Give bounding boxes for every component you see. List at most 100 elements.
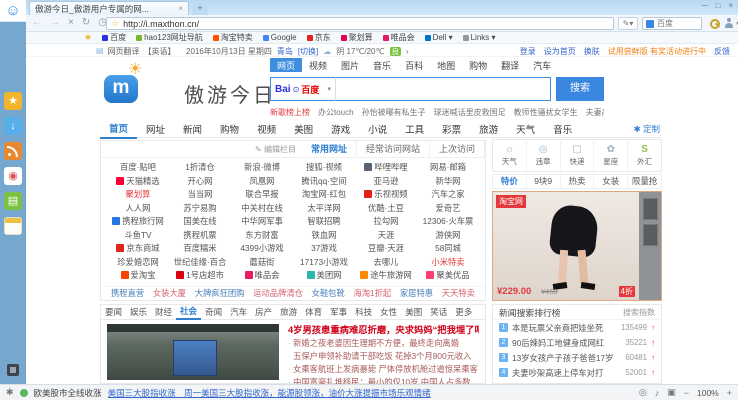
site-link[interactable]: 开心网 xyxy=(169,175,231,189)
site-link[interactable]: 太平洋网 xyxy=(293,202,355,216)
site-link[interactable]: 新浪·微博 xyxy=(231,161,293,175)
site-link[interactable]: 人人网 xyxy=(107,202,169,216)
shortcut-item[interactable]: ◎ 违章 xyxy=(527,140,561,171)
sound-icon[interactable]: ♪ xyxy=(655,388,660,398)
forward-icon[interactable]: → xyxy=(50,17,60,28)
site-link[interactable]: 东方财富 xyxy=(231,229,293,243)
quick-search-box[interactable] xyxy=(642,17,702,30)
feedback-link[interactable]: 反馈 xyxy=(714,46,730,57)
portal-nav-item[interactable]: 天气 xyxy=(507,120,544,138)
bookmark-star-icon[interactable]: ☆ xyxy=(111,18,119,29)
news-headline-main[interactable]: 4岁男孩患重病难忍折磨，央求妈妈“把我埋了吧” xyxy=(288,324,479,337)
portal-nav-item[interactable]: 彩票 xyxy=(433,120,470,138)
site-link[interactable]: 蘑菇街 xyxy=(231,256,293,270)
stop-icon[interactable]: × xyxy=(68,17,74,28)
search-category-tab[interactable]: 翻译 xyxy=(494,58,526,72)
site-link[interactable]: 拉勾网 xyxy=(355,215,417,229)
site-link[interactable]: 联合早报 xyxy=(231,188,293,202)
address-bar[interactable]: ☆ http://i.maxthon.cn/ xyxy=(106,17,614,30)
promo-site-link[interactable]: 女鞋包靴 xyxy=(312,287,345,299)
search-category-tab[interactable]: 音乐 xyxy=(366,58,398,72)
site-link[interactable]: 世纪佳缘·百合 xyxy=(169,256,231,270)
ticker-link[interactable]: 美国三大股指收涨 周一美国三大股指收涨，能源股领涨，油价大涨提振市场乐观情绪 xyxy=(108,387,431,399)
site-link[interactable]: 4399小游戏 xyxy=(231,242,293,256)
hot-search-link[interactable]: 球迷喊话里皮救国足 xyxy=(434,107,506,118)
back-icon[interactable]: ← xyxy=(32,17,42,28)
site-link[interactable]: 携程机票 xyxy=(169,229,231,243)
site-link[interactable]: 聚美优品 xyxy=(417,269,479,283)
shortcut-item[interactable]: ▢ 快递 xyxy=(561,140,595,171)
refresh-icon[interactable]: ↻ xyxy=(82,17,90,28)
bookmark-item[interactable]: Google xyxy=(263,33,297,42)
site-link[interactable]: 去哪儿 xyxy=(355,256,417,270)
news-tab[interactable]: 体育 xyxy=(301,305,326,319)
portal-nav-item[interactable]: 新闻 xyxy=(174,120,211,138)
site-link[interactable]: 途牛旅游网 xyxy=(355,269,417,283)
site-link[interactable]: 当当网 xyxy=(169,188,231,202)
site-link[interactable]: 新华网 xyxy=(417,175,479,189)
site-link[interactable]: 凤凰网 xyxy=(231,175,293,189)
portal-nav-item[interactable]: 视频 xyxy=(248,120,285,138)
ranking-row[interactable]: 3 13岁女孩产子孩子爸爸17岁 60481 ↑ xyxy=(493,350,661,365)
site-link[interactable]: 珍爱婚恋网 xyxy=(107,256,169,270)
bookmark-item[interactable]: hao123网址导航 xyxy=(136,32,203,43)
site-link[interactable]: 中华网军事 xyxy=(231,215,293,229)
shortcut-item[interactable]: ☼ 天气 xyxy=(493,140,527,171)
reader-icon[interactable]: ▤ xyxy=(4,192,22,210)
ranking-row[interactable]: 1 本是玩票父亲竟把娃坐死 135499 ↑ xyxy=(493,320,661,335)
settings-gear-icon[interactable]: ✱ xyxy=(6,387,14,398)
news-tab[interactable]: 奇闻 xyxy=(201,305,226,319)
bookmark-item[interactable]: Dell ▾ xyxy=(425,33,453,42)
search-category-tab[interactable]: 图片 xyxy=(334,58,366,72)
url-text[interactable]: http://i.maxthon.cn/ xyxy=(123,19,199,29)
news-tab[interactable]: 汽车 xyxy=(226,305,251,319)
site-link[interactable]: 58同城 xyxy=(417,242,479,256)
city-link[interactable]: 青岛 xyxy=(277,46,293,57)
favorites-star-icon[interactable]: ★ xyxy=(84,32,92,43)
site-link[interactable]: 爱奇艺 xyxy=(417,202,479,216)
sites-card-tab[interactable]: 常用网址 xyxy=(302,141,357,157)
site-link[interactable]: 淘宝网·红包 xyxy=(293,188,355,202)
search-category-tab[interactable]: 汽车 xyxy=(526,58,558,72)
bookmark-item[interactable]: 百度 xyxy=(102,32,126,43)
site-link[interactable]: 斗鱼TV xyxy=(107,229,169,243)
deal-tab[interactable]: 特价 xyxy=(493,175,527,188)
close-icon[interactable]: × xyxy=(728,1,733,11)
promo-site-link[interactable]: 大牌疯狂团购 xyxy=(195,287,245,299)
site-link[interactable]: 聚划算 xyxy=(107,188,169,202)
search-category-tab[interactable]: 视频 xyxy=(302,58,334,72)
news-tab[interactable]: 社会 xyxy=(176,304,201,320)
portal-nav-item[interactable]: 购物 xyxy=(211,120,248,138)
site-link[interactable]: 天涯 xyxy=(355,229,417,243)
portal-nav-item[interactable]: 美图 xyxy=(285,120,322,138)
promo-site-link[interactable]: 女装大厦 xyxy=(153,287,186,299)
site-link[interactable]: 铁血网 xyxy=(293,229,355,243)
site-link[interactable]: 亚马逊 xyxy=(355,175,417,189)
portal-nav-item[interactable]: 游戏 xyxy=(322,120,359,138)
site-link[interactable]: 17173小游戏 xyxy=(293,256,355,270)
promo-site-link[interactable]: 携程直营 xyxy=(111,287,144,299)
site-link[interactable]: 游侠网 xyxy=(417,229,479,243)
ranking-row[interactable]: 2 90后辣妈工地健身成网红 35221 ↑ xyxy=(493,335,661,350)
edit-url-icon[interactable]: ✎▾ xyxy=(618,17,638,30)
site-link[interactable]: 百度糯米 xyxy=(169,242,231,256)
customize-link[interactable]: ✱ 定制 xyxy=(633,123,660,135)
site-link[interactable]: 37游戏 xyxy=(293,242,355,256)
translate-mode[interactable]: 【英语】 xyxy=(144,46,176,57)
ranking-row[interactable]: 4 夫妻吵架高速上停车对打 52001 ↑ xyxy=(493,365,661,380)
search-input[interactable] xyxy=(336,77,551,101)
portal-nav-item[interactable]: 首页 xyxy=(100,119,137,139)
search-category-tab[interactable]: 百科 xyxy=(398,58,430,72)
promo-link[interactable]: 试用尝鲜版 有奖活动进行中 xyxy=(608,46,706,57)
news-tab[interactable]: 美图 xyxy=(401,305,426,319)
site-link[interactable]: 豆瓣·天涯 xyxy=(355,242,417,256)
zoom-out-button[interactable]: − xyxy=(684,388,689,398)
bookmark-item[interactable]: 聚划算 xyxy=(341,32,373,43)
compatibility-icon[interactable]: ◎ xyxy=(639,387,647,398)
account-icon[interactable] xyxy=(724,18,734,28)
passkeeper-icon[interactable] xyxy=(710,19,719,28)
maximize-icon[interactable]: □ xyxy=(715,1,720,11)
taobao-ad[interactable]: 淘宝网 ¥229.00 ¥458 4折 xyxy=(492,191,662,301)
site-link[interactable]: 腾讯qq·空间 xyxy=(293,175,355,189)
skin-link[interactable]: 换肤 xyxy=(584,46,600,57)
